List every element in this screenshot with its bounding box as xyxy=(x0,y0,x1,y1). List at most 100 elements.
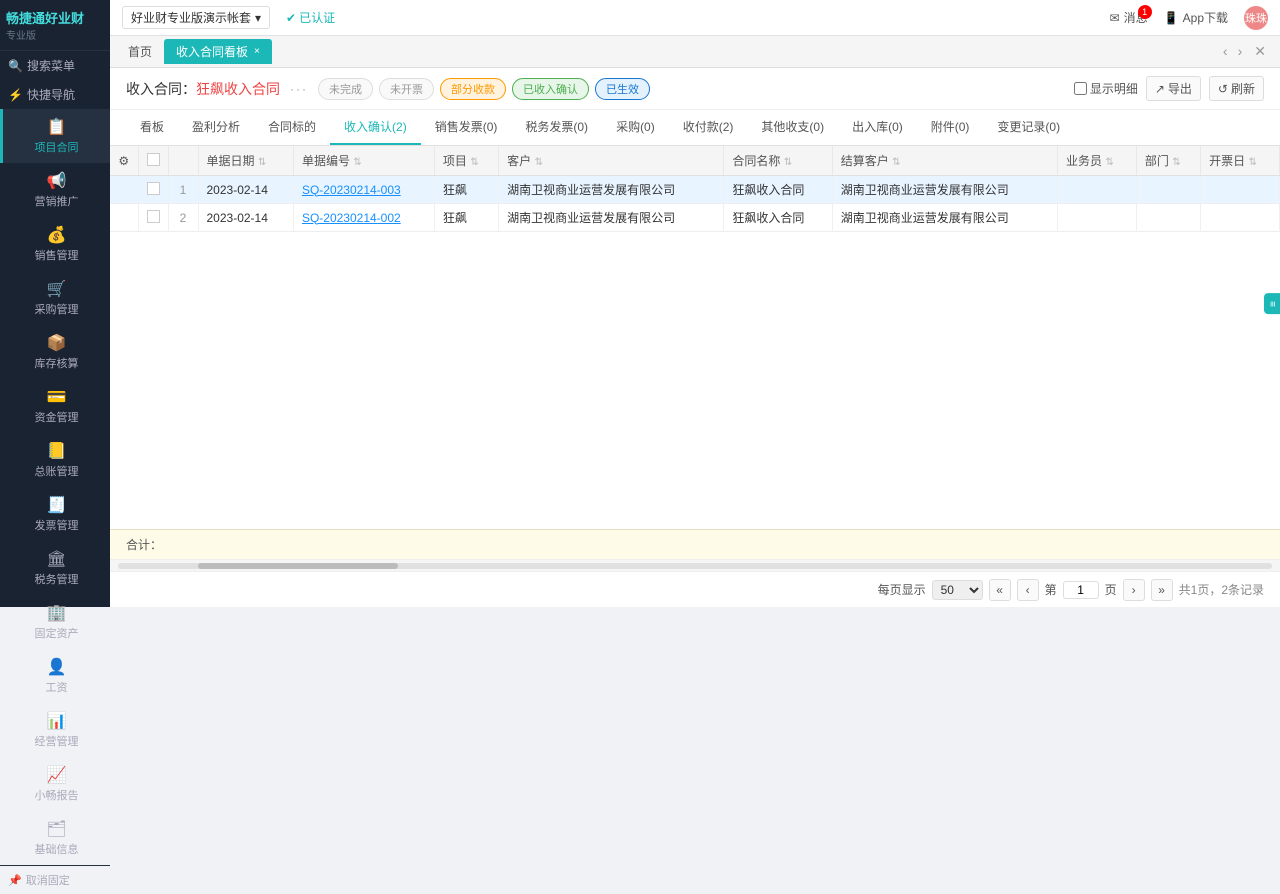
status-btn-not-invoiced[interactable]: 未开票 xyxy=(379,78,434,100)
tab-income-contract-board[interactable]: 收入合同看板 × xyxy=(164,39,272,64)
company-selector[interactable]: 好业财专业版演示帐套 ▾ xyxy=(122,6,270,29)
sidebar-label-labor: 工资 xyxy=(46,679,68,695)
row-settle-1: 湖南卫视商业运营发展有限公司 xyxy=(832,204,1057,232)
right-panel-icon: ≡ xyxy=(1267,301,1278,307)
title-name: 狂飙收入合同 xyxy=(196,81,280,97)
avatar-text: 珠珠 xyxy=(1245,10,1267,26)
sidebar-item-inventory[interactable]: 📦 库存核算 xyxy=(0,325,110,379)
tab-nav-prev[interactable]: ‹ xyxy=(1219,41,1232,62)
sidebar-icon-tax: 🏛 xyxy=(46,549,66,569)
status-btn-effective[interactable]: 已生效 xyxy=(595,78,650,100)
row-checkbox-0[interactable] xyxy=(147,182,160,195)
message-button[interactable]: ✉ 1 消息 xyxy=(1110,9,1148,26)
sidebar-bottom-pin[interactable]: 📌 取消固定 xyxy=(0,865,110,894)
sidebar-item-tax[interactable]: 🏛 税务管理 xyxy=(0,541,110,595)
phone-icon: 📱 xyxy=(1164,11,1179,25)
sort-sales-icon: ⇅ xyxy=(1105,157,1113,168)
sidebar-icon-inventory: 📦 xyxy=(47,333,67,353)
tab-close-button[interactable]: ✕ xyxy=(1248,41,1272,62)
subtab-sales-invoice[interactable]: 销售发票(0) xyxy=(421,110,512,145)
sidebar: 畅捷通好业财 专业版 🔍 搜索菜单 ⚡ 快捷导航 📋 项目合同 📢 营销推广 💰… xyxy=(0,0,110,607)
subtab-other-income[interactable]: 其他收支(0) xyxy=(747,110,838,145)
sidebar-item-labor[interactable]: 👤 工资 xyxy=(0,649,110,703)
row-checkbox-1[interactable] xyxy=(147,210,160,223)
subtab-tax-invoice[interactable]: 税务发票(0) xyxy=(511,110,602,145)
more-options-button[interactable]: ··· xyxy=(290,82,308,96)
subtab-contract-standard[interactable]: 合同标的 xyxy=(254,110,330,145)
table-row[interactable]: 1 2023-02-14 SQ-20230214-003 狂飙 湖南卫视商业运营… xyxy=(110,176,1280,204)
row-check-1[interactable] xyxy=(138,204,168,232)
user-avatar-button[interactable]: 珠珠 xyxy=(1244,6,1268,30)
status-btn-partial-received[interactable]: 部分收款 xyxy=(440,78,506,100)
row-contract-0: 狂飙收入合同 xyxy=(724,176,832,204)
row-dept-0 xyxy=(1136,176,1200,204)
subtab-change-log[interactable]: 变更记录(0) xyxy=(983,110,1074,145)
select-all-checkbox[interactable] xyxy=(147,153,160,166)
sidebar-search[interactable]: 🔍 搜索菜单 xyxy=(0,51,110,80)
col-order-no[interactable]: 单据编号 ⇅ xyxy=(293,146,434,176)
subtab-board[interactable]: 看板 xyxy=(126,110,178,145)
sidebar-item-project-contract[interactable]: 📋 项目合同 xyxy=(0,109,110,163)
page-number-input[interactable] xyxy=(1063,581,1099,599)
col-settle-customer[interactable]: 结算客户 ⇅ xyxy=(832,146,1057,176)
refresh-button[interactable]: ↺ 刷新 xyxy=(1209,76,1264,101)
scrollbar-thumb[interactable] xyxy=(198,563,398,569)
col-date[interactable]: 单据日期 ⇅ xyxy=(198,146,293,176)
page-first-button[interactable]: « xyxy=(989,579,1011,601)
col-open-date[interactable]: 开票日 ⇅ xyxy=(1201,146,1280,176)
col-project[interactable]: 项目 ⇅ xyxy=(434,146,498,176)
row-orderno-1[interactable]: SQ-20230214-002 xyxy=(293,204,434,232)
sort-date-icon: ⇅ xyxy=(258,157,266,168)
order-link-1[interactable]: SQ-20230214-002 xyxy=(302,211,401,225)
col-contract-name[interactable]: 合同名称 ⇅ xyxy=(724,146,832,176)
subtab-income-confirm[interactable]: 收入确认(2) xyxy=(330,110,421,145)
row-orderno-0[interactable]: SQ-20230214-003 xyxy=(293,176,434,204)
income-table: ⚙ 单据日期 ⇅ 单据编号 ⇅ 项目 ⇅ 客户 ⇅ 合同名称 ⇅ 结算客户 ⇅ … xyxy=(110,146,1280,232)
status-btn-not-complete[interactable]: 未完成 xyxy=(318,78,373,100)
col-customer[interactable]: 客户 ⇅ xyxy=(499,146,724,176)
sidebar-item-sales[interactable]: 💰 销售管理 xyxy=(0,217,110,271)
row-check-0[interactable] xyxy=(138,176,168,204)
subtab-payment[interactable]: 收付款(2) xyxy=(669,110,748,145)
sidebar-item-fixed-assets[interactable]: 🏢 固定资产 xyxy=(0,595,110,649)
tab-home[interactable]: 首页 xyxy=(118,39,162,64)
order-link-0[interactable]: SQ-20230214-003 xyxy=(302,183,401,197)
right-panel-toggle[interactable]: ≡ xyxy=(1264,293,1280,315)
row-dept-1 xyxy=(1136,204,1200,232)
page-next-button[interactable]: › xyxy=(1123,579,1145,601)
sidebar-item-purchase[interactable]: 🛒 采购管理 xyxy=(0,271,110,325)
subtab-profit-analysis[interactable]: 盈利分析 xyxy=(178,110,254,145)
refresh-label: 刷新 xyxy=(1231,80,1255,97)
row-opendate-0 xyxy=(1201,176,1280,204)
sidebar-item-general-ledger[interactable]: 📒 总账管理 xyxy=(0,433,110,487)
col-check xyxy=(138,146,168,176)
tab-close-icon[interactable]: × xyxy=(254,46,260,57)
col-setting[interactable]: ⚙ xyxy=(110,146,138,176)
row-sales-1 xyxy=(1058,204,1137,232)
page-prev-button[interactable]: ‹ xyxy=(1017,579,1039,601)
sidebar-item-report[interactable]: 📈 小畅报告 xyxy=(0,757,110,811)
show-detail-checkbox[interactable] xyxy=(1074,82,1087,95)
subtab-warehouse[interactable]: 出入库(0) xyxy=(838,110,917,145)
subtab-purchase[interactable]: 采购(0) xyxy=(602,110,669,145)
col-department[interactable]: 部门 ⇅ xyxy=(1136,146,1200,176)
per-page-select[interactable]: 50 20 100 xyxy=(932,580,983,600)
sidebar-quick-nav[interactable]: ⚡ 快捷导航 xyxy=(0,80,110,109)
table-row[interactable]: 2 2023-02-14 SQ-20230214-002 狂飙 湖南卫视商业运营… xyxy=(110,204,1280,232)
export-button[interactable]: ↗ 导出 xyxy=(1146,76,1201,101)
sidebar-item-marketing[interactable]: 📢 营销推广 xyxy=(0,163,110,217)
tab-nav-next[interactable]: › xyxy=(1234,41,1247,62)
status-btn-confirmed[interactable]: 已收入确认 xyxy=(512,78,589,100)
col-salesperson[interactable]: 业务员 ⇅ xyxy=(1058,146,1137,176)
quick-nav-icon: ⚡ xyxy=(8,88,23,102)
sidebar-item-funds[interactable]: 💳 资金管理 xyxy=(0,379,110,433)
sidebar-item-base-info[interactable]: 🗂 基础信息 xyxy=(0,811,110,865)
app-download-button[interactable]: 📱 App下载 xyxy=(1164,9,1228,26)
sidebar-item-invoice[interactable]: 🧾 发票管理 xyxy=(0,487,110,541)
table-footer: 合计： xyxy=(110,529,1280,559)
page-last-button[interactable]: » xyxy=(1151,579,1173,601)
sidebar-item-ops[interactable]: 📊 经营管理 xyxy=(0,703,110,757)
horizontal-scrollbar[interactable] xyxy=(110,559,1280,571)
verified-text: 已认证 xyxy=(299,9,335,26)
subtab-attachment[interactable]: 附件(0) xyxy=(917,110,984,145)
